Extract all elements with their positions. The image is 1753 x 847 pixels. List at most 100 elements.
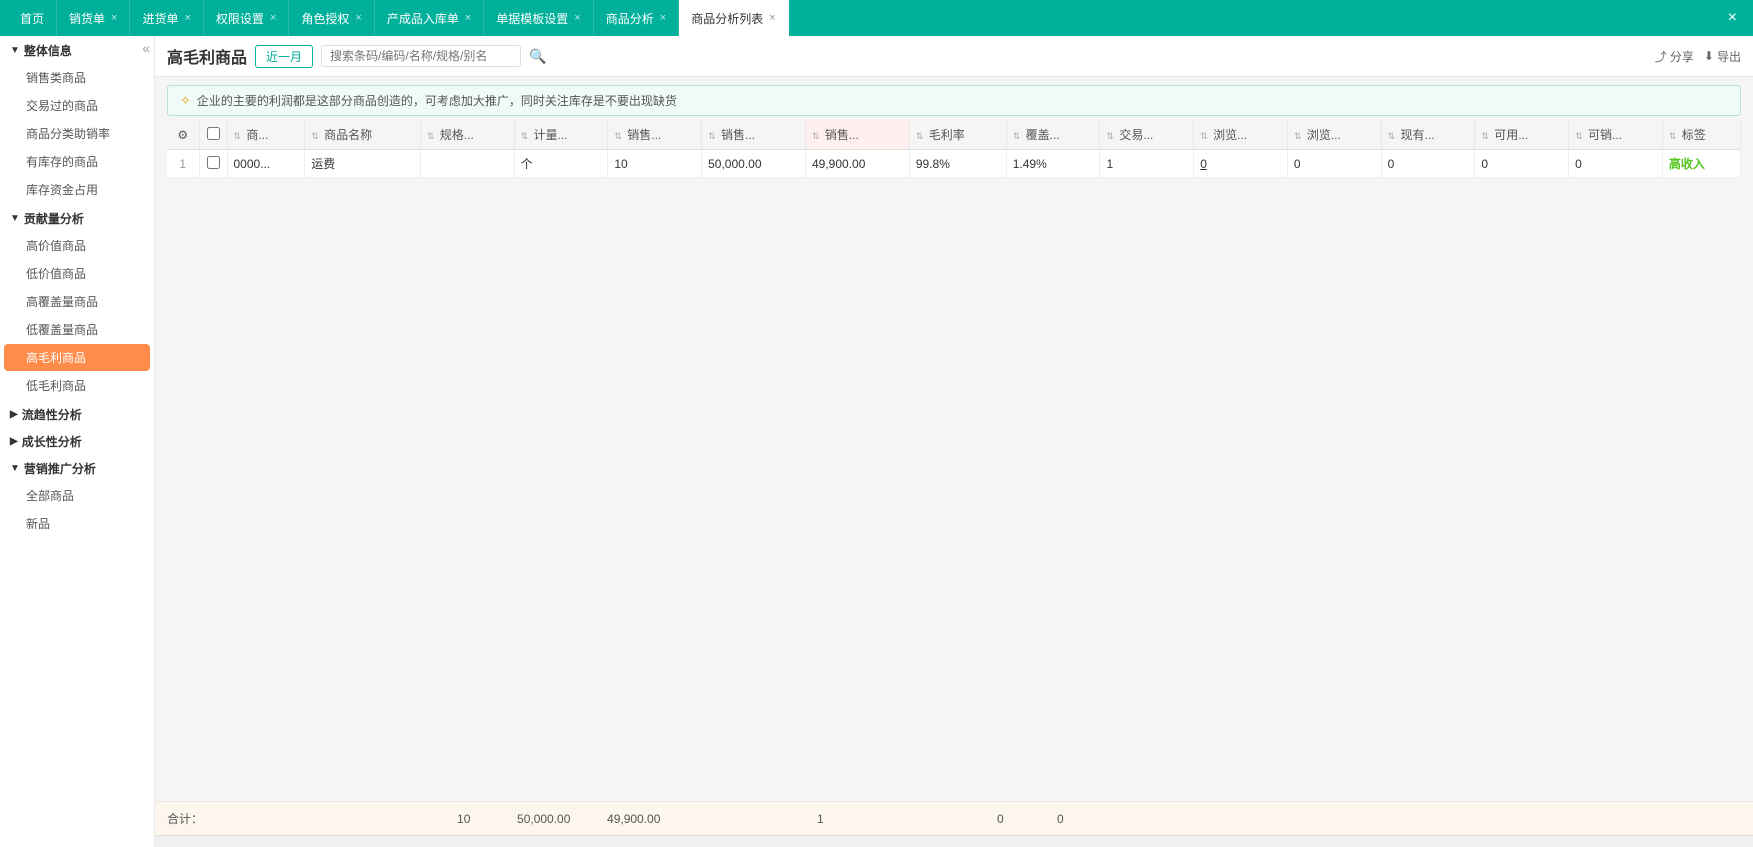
cell-currentstock-1: 0 — [1381, 150, 1475, 178]
sidebar-item-sales-goods[interactable]: 销售类商品 — [4, 64, 150, 91]
horizontal-scrollbar[interactable] — [155, 835, 1753, 847]
nav-tab-analysis[interactable]: 商品分析 × — [594, 0, 679, 36]
nav-tab-template[interactable]: 单据模板设置 × — [484, 0, 593, 36]
col-salesprofit-header[interactable]: ⇅ 销售... — [805, 120, 909, 150]
sort-icon-sku: ⇅ — [234, 131, 242, 141]
col-salesqty-header[interactable]: ⇅ 销售... — [608, 120, 702, 150]
close-purchase-tab[interactable]: × — [184, 12, 190, 24]
cell-salesamt-1: 50,000.00 — [702, 150, 806, 178]
col-tag-header[interactable]: ⇅ 标签 — [1662, 120, 1740, 150]
sidebar-item-traded-goods[interactable]: 交易过的商品 — [4, 92, 150, 119]
close-role-tab[interactable]: × — [355, 12, 361, 24]
close-analysis-tab[interactable]: × — [660, 12, 666, 24]
sidebar-item-stock-goods[interactable]: 有库存的商品 — [4, 148, 150, 175]
cell-salesqty-1: 10 — [608, 150, 702, 178]
nav-tab-home[interactable]: 首页 — [8, 0, 57, 36]
close-template-tab[interactable]: × — [574, 12, 580, 24]
sidebar-item-low-margin[interactable]: 低毛利商品 — [4, 372, 150, 399]
select-all-checkbox[interactable] — [207, 127, 220, 140]
sort-icon-coverage: ⇅ — [1013, 131, 1021, 141]
footer-available: 0 — [1051, 812, 1111, 826]
cell-available-1: 0 — [1475, 150, 1569, 178]
expand-arrow-flow: ▶ — [10, 409, 18, 420]
data-table: ⚙ ⇅ 商... ⇅ 商品名称 ⇅ — [167, 120, 1741, 178]
col-coverage-header[interactable]: ⇅ 覆盖... — [1006, 120, 1100, 150]
sort-icon-salesprofit: ⇅ — [812, 131, 820, 141]
col-available-header[interactable]: ⇅ 可用... — [1475, 120, 1569, 150]
col-view2-header[interactable]: ⇅ 浏览... — [1287, 120, 1381, 150]
col-currentstock-header[interactable]: ⇅ 现有... — [1381, 120, 1475, 150]
close-permissions-tab[interactable]: × — [270, 12, 276, 24]
nav-tab-purchase[interactable]: 进货单 × — [130, 0, 203, 36]
sidebar-group-overall[interactable]: ▼ 整体信息 — [0, 36, 154, 63]
sidebar-group-growth[interactable]: ▶ 成长性分析 — [0, 427, 154, 454]
main-layout: « ▼ 整体信息 销售类商品 交易过的商品 商品分类助销率 有库存的商品 库存资… — [0, 36, 1753, 847]
sidebar-collapse-button[interactable]: « — [142, 40, 150, 56]
col-settings[interactable]: ⚙ — [167, 120, 199, 150]
sort-icon-view2: ⇅ — [1294, 131, 1302, 141]
sidebar-item-all-goods[interactable]: 全部商品 — [4, 482, 150, 509]
footer-cells: 10 50,000.00 49,900.00 1 0 0 — [211, 812, 1741, 826]
nav-tab-sales[interactable]: 销货单 × — [57, 0, 130, 36]
col-name-header[interactable]: ⇅ 商品名称 — [305, 120, 421, 150]
info-icon: ✧ — [180, 93, 191, 109]
sidebar-item-low-value[interactable]: 低价值商品 — [4, 260, 150, 287]
cell-view2-1: 0 — [1287, 150, 1381, 178]
nav-tab-permissions[interactable]: 权限设置 × — [204, 0, 289, 36]
sidebar-group-flow[interactable]: ▶ 流趋性分析 — [0, 400, 154, 427]
top-navigation: 首页 销货单 × 进货单 × 权限设置 × 角色授权 × 产成品入库单 × 单据… — [0, 0, 1753, 36]
col-spec-header[interactable]: ⇅ 规格... — [420, 120, 514, 150]
col-view1-header[interactable]: ⇅ 浏览... — [1194, 120, 1288, 150]
share-icon: ⤴ — [1655, 48, 1667, 65]
sidebar-item-category-rate[interactable]: 商品分类助销率 — [4, 120, 150, 147]
col-salesamt-header[interactable]: ⇅ 销售... — [702, 120, 806, 150]
sort-icon-tag: ⇅ — [1669, 131, 1677, 141]
search-button[interactable]: 🔍 — [529, 48, 546, 65]
row-checkbox-1[interactable] — [207, 156, 220, 169]
sort-icon-marginrate: ⇅ — [916, 131, 924, 141]
sidebar-item-high-margin[interactable]: 高毛利商品 — [4, 344, 150, 371]
col-trade-header[interactable]: ⇅ 交易... — [1100, 120, 1194, 150]
export-icon: ⬇ — [1704, 49, 1714, 63]
footer-view2 — [931, 812, 991, 826]
cell-spec-1 — [420, 150, 514, 178]
footer-margin-spacer — [691, 812, 751, 826]
close-analysis-list-tab[interactable]: × — [769, 12, 775, 24]
sidebar-group-marketing[interactable]: ▼ 营销推广分析 — [0, 454, 154, 481]
header-actions: ⤴ 分享 ⬇ 导出 — [1655, 48, 1741, 65]
nav-tab-analysis-list[interactable]: 商品分析列表 × — [679, 0, 788, 36]
share-button[interactable]: ⤴ 分享 — [1655, 48, 1694, 65]
cell-checkbox-1[interactable] — [199, 150, 227, 178]
nav-tab-role[interactable]: 角色授权 × — [289, 0, 374, 36]
sort-icon-name: ⇅ — [311, 131, 319, 141]
cell-view1-1[interactable]: 0 — [1194, 150, 1288, 178]
sidebar-item-high-coverage[interactable]: 高覆盖量商品 — [4, 288, 150, 315]
sort-icon-salesqty: ⇅ — [614, 131, 622, 141]
col-sku-header[interactable]: ⇅ 商... — [227, 120, 305, 150]
cell-marginrate-1: 99.8% — [909, 150, 1006, 178]
info-banner: ✧ 企业的主要的利润都是这部分商品创造的，可考虑加大推广，同时关注库存是不要出现… — [167, 85, 1741, 116]
col-unit-header[interactable]: ⇅ 计量... — [514, 120, 608, 150]
sidebar-item-stock-fund[interactable]: 库存资金占用 — [4, 176, 150, 203]
page-title: 高毛利商品 — [167, 44, 247, 68]
nav-tab-inventory[interactable]: 产成品入库单 × — [375, 0, 484, 36]
cell-name-1: 运费 — [305, 150, 421, 178]
cell-salesprofit-1: 49,900.00 — [805, 150, 909, 178]
window-close-button[interactable]: × — [1720, 9, 1745, 27]
sidebar-item-new-goods[interactable]: 新品 — [4, 510, 150, 537]
filter-recent-month-button[interactable]: 近一月 — [255, 45, 313, 68]
cell-coverage-1: 1.49% — [1006, 150, 1100, 178]
sort-icon-trade: ⇅ — [1106, 131, 1114, 141]
sidebar-item-high-value[interactable]: 高价值商品 — [4, 232, 150, 259]
search-input[interactable] — [321, 45, 521, 67]
export-button[interactable]: ⬇ 导出 — [1704, 48, 1741, 65]
col-marginrate-header[interactable]: ⇅ 毛利率 — [909, 120, 1006, 150]
col-checkbox — [199, 120, 227, 150]
table-row: 1 0000... 运费 个 10 50,000.00 49,900.00 99… — [167, 150, 1741, 178]
col-saleable-header[interactable]: ⇅ 可销... — [1569, 120, 1663, 150]
sidebar-item-low-coverage[interactable]: 低覆盖量商品 — [4, 316, 150, 343]
sidebar-group-contribution[interactable]: ▼ 贡献量分析 — [0, 204, 154, 231]
close-inventory-tab[interactable]: × — [465, 12, 471, 24]
sort-icon-salesamt: ⇅ — [708, 131, 716, 141]
close-sales-tab[interactable]: × — [111, 12, 117, 24]
